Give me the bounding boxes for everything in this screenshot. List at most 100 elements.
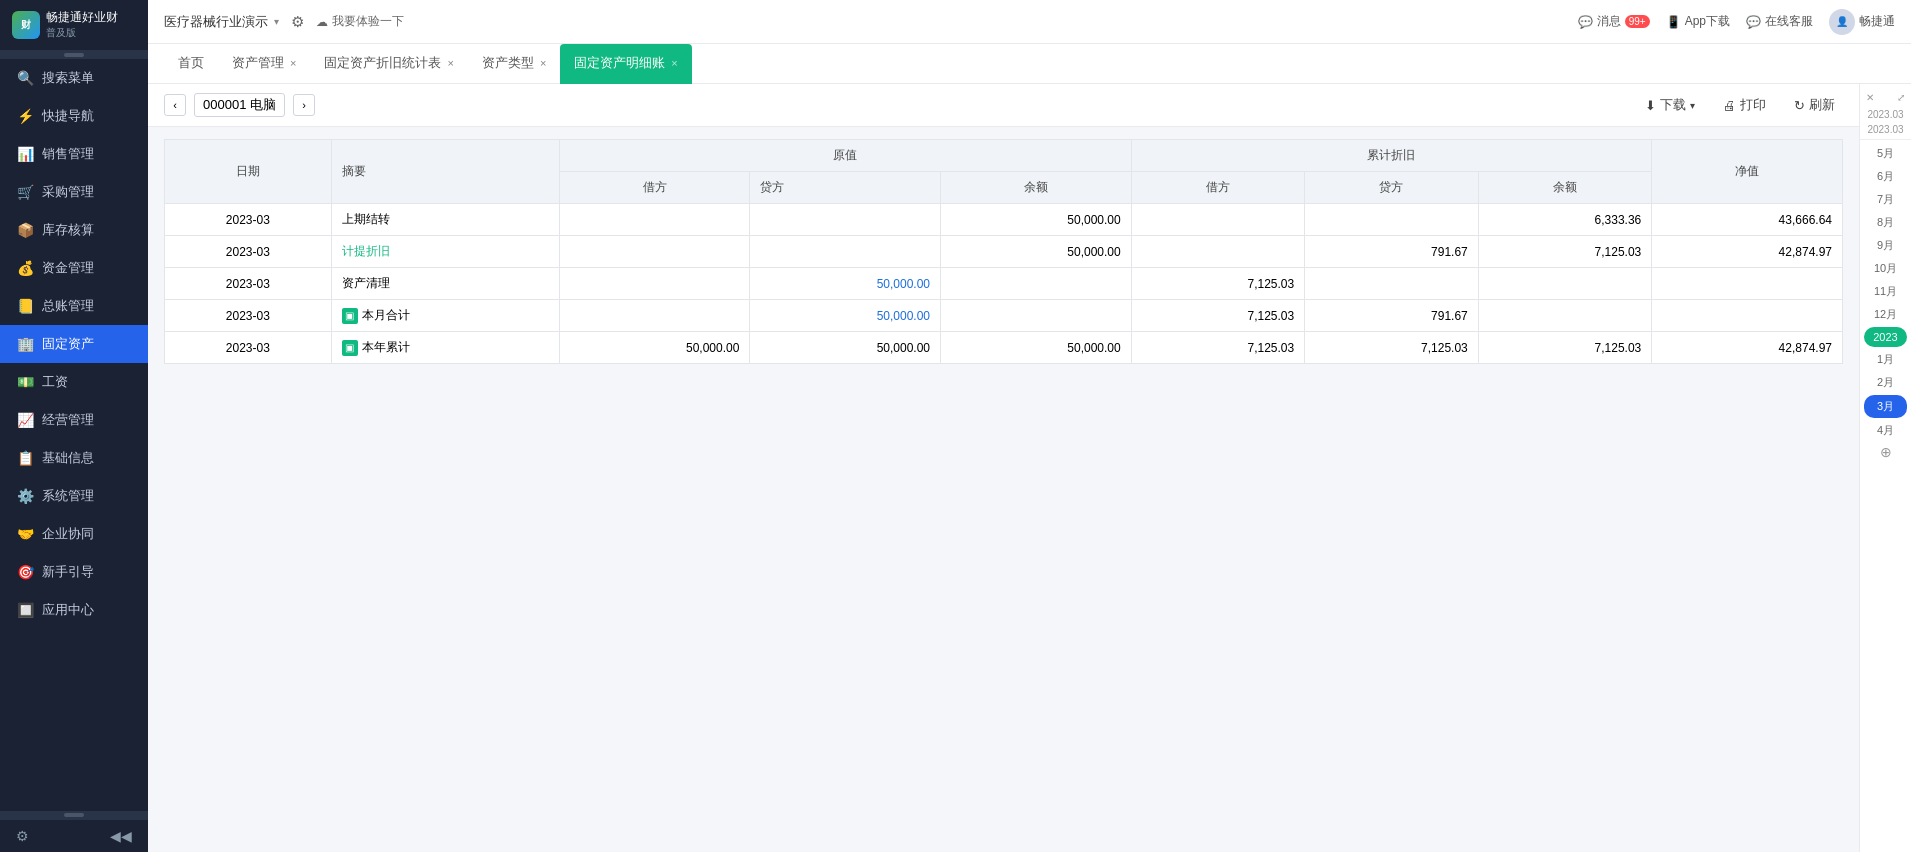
top-header: 医疗器械行业演示 ▾ ⚙ ☁ 我要体验一下 💬 消息 99+ 📱 App下载 💬… [148, 0, 1911, 44]
cell-accum-debit [1131, 236, 1305, 268]
sidebar-item-payroll[interactable]: 💵 工资 [0, 363, 148, 401]
timeline-month-4[interactable]: 4月 [1860, 419, 1911, 442]
year-icon: ▣ [342, 340, 358, 356]
sidebar-item-collab[interactable]: 🤝 企业协同 [0, 515, 148, 553]
col-accum-credit: 贷方 [1305, 172, 1479, 204]
sidebar-item-fixedasset[interactable]: 🏢 固定资产 [0, 325, 148, 363]
capital-icon: 💰 [16, 259, 34, 277]
tab-assettype-close[interactable]: × [540, 57, 546, 69]
tab-assetdetail[interactable]: 固定资产明细账 × [560, 44, 691, 84]
user-profile[interactable]: 👤 畅捷通 [1829, 9, 1895, 35]
sidebar-item-quicknav[interactable]: ⚡ 快捷导航 [0, 97, 148, 135]
download-button[interactable]: ⬇ 下载 ▾ [1637, 92, 1703, 118]
timeline-month-9[interactable]: 9月 [1860, 234, 1911, 257]
sidebar-item-apps[interactable]: 🔲 应用中心 [0, 591, 148, 629]
cell-orig-credit: 50,000.00 [750, 332, 941, 364]
collapse-icon[interactable]: ◀◀ [110, 828, 132, 844]
message-badge: 99+ [1625, 15, 1650, 28]
settings-bottom-icon[interactable]: ⚙ [16, 828, 29, 844]
timeline-month-6[interactable]: 6月 [1860, 165, 1911, 188]
sidebar-item-guide[interactable]: 🎯 新手引导 [0, 553, 148, 591]
message-button[interactable]: 💬 消息 99+ [1578, 13, 1650, 30]
operation-icon: 📈 [16, 411, 34, 429]
col-accum-debit: 借方 [1131, 172, 1305, 204]
timeline-month-10[interactable]: 10月 [1860, 257, 1911, 280]
timeline-month-2[interactable]: 2月 [1860, 371, 1911, 394]
cell-orig-balance: 50,000.00 [941, 236, 1132, 268]
timeline-month-12[interactable]: 12月 [1860, 303, 1911, 326]
cell-accum-debit: 7,125.03 [1131, 268, 1305, 300]
sidebar-label-apps: 应用中心 [42, 601, 94, 619]
user-name: 畅捷通 [1859, 13, 1895, 30]
timeline-month-3[interactable]: 3月 [1864, 395, 1907, 418]
apps-icon: 🔲 [16, 601, 34, 619]
app-edition: 普及版 [46, 26, 118, 40]
tab-home[interactable]: 首页 [164, 44, 218, 84]
sidebar-item-system[interactable]: ⚙️ 系统管理 [0, 477, 148, 515]
print-button[interactable]: 🖨 打印 [1715, 92, 1774, 118]
sidebar-item-operation[interactable]: 📈 经营管理 [0, 401, 148, 439]
company-selector[interactable]: 医疗器械行业演示 ▾ [164, 13, 279, 31]
timeline-second-date: 2023.03 [1863, 122, 1907, 137]
experience-button[interactable]: ☁ 我要体验一下 [316, 13, 404, 30]
sidebar-item-capital[interactable]: 💰 资金管理 [0, 249, 148, 287]
next-asset-button[interactable]: › [293, 94, 315, 116]
cell-accum-debit: 7,125.03 [1131, 332, 1305, 364]
cell-orig-debit [559, 300, 750, 332]
cell-net-value [1652, 300, 1843, 332]
prev-asset-button[interactable]: ‹ [164, 94, 186, 116]
table-row: 2023-03 ▣本年累计 50,000.00 50,000.00 50,000… [165, 332, 1843, 364]
cell-date: 2023-03 [165, 268, 332, 300]
avatar: 👤 [1829, 9, 1855, 35]
fixedasset-icon: 🏢 [16, 335, 34, 353]
collab-icon: 🤝 [16, 525, 34, 543]
panel-expand-icon[interactable]: ⤢ [1897, 92, 1905, 103]
cell-accum-credit: 791.67 [1305, 236, 1479, 268]
asset-navigation: ‹ 000001 电脑 › [164, 93, 315, 117]
col-summary: 摘要 [331, 140, 559, 204]
timeline-month-7[interactable]: 7月 [1860, 188, 1911, 211]
print-icon: 🖨 [1723, 98, 1736, 113]
company-settings-icon[interactable]: ⚙ [291, 13, 304, 31]
tab-assetmgmt-close[interactable]: × [290, 57, 296, 69]
sidebar-label-payroll: 工资 [42, 373, 68, 391]
cell-date: 2023-03 [165, 332, 332, 364]
app-logo: 财 畅捷通好业财 普及版 [0, 0, 148, 51]
tabs-bar: 首页 资产管理 × 固定资产折旧统计表 × 资产类型 × 固定资产明细账 × [148, 44, 1911, 84]
sidebar-label-quicknav: 快捷导航 [42, 107, 94, 125]
main-content: ‹ 000001 电脑 › ⬇ 下载 ▾ 🖨 打印 ↻ [148, 84, 1859, 852]
sidebar-item-basic[interactable]: 📋 基础信息 [0, 439, 148, 477]
timeline-month-5[interactable]: 5月 [1860, 142, 1911, 165]
table-row: 2023-03 计提折旧 50,000.00 791.67 7,125.03 4… [165, 236, 1843, 268]
timeline-year-2023[interactable]: 2023 [1864, 327, 1907, 347]
sidebar-item-inventory[interactable]: 📦 库存核算 [0, 211, 148, 249]
sidebar-menu: 🔍 搜索菜单 ⚡ 快捷导航 📊 销售管理 🛒 采购管理 📦 库存核算 💰 资金管… [0, 59, 148, 811]
tab-depreciation-close[interactable]: × [447, 57, 453, 69]
cell-orig-debit [559, 236, 750, 268]
timeline-month-8[interactable]: 8月 [1860, 211, 1911, 234]
cell-orig-credit: 50,000.00 [750, 268, 941, 300]
table-container: 日期 摘要 原值 累计折旧 净值 借方 贷方 余额 借方 贷方 余额 [148, 127, 1859, 852]
sidebar-item-sales[interactable]: 📊 销售管理 [0, 135, 148, 173]
timeline-down-arrow[interactable]: ⊕ [1878, 442, 1894, 462]
download-button[interactable]: 📱 App下载 [1666, 13, 1730, 30]
service-button[interactable]: 💬 在线客服 [1746, 13, 1813, 30]
sidebar-item-ledger[interactable]: 📒 总账管理 [0, 287, 148, 325]
refresh-button[interactable]: ↻ 刷新 [1786, 92, 1843, 118]
timeline-month-1[interactable]: 1月 [1860, 348, 1911, 371]
sidebar-bottom: ⚙ ◀◀ [0, 819, 148, 852]
sidebar-label-operation: 经营管理 [42, 411, 94, 429]
panel-close-icon[interactable]: ✕ [1866, 92, 1874, 103]
sidebar-item-search[interactable]: 🔍 搜索菜单 [0, 59, 148, 97]
tab-assetdetail-close[interactable]: × [671, 57, 677, 69]
guide-icon: 🎯 [16, 563, 34, 581]
cell-date: 2023-03 [165, 204, 332, 236]
sidebar-label-capital: 资金管理 [42, 259, 94, 277]
tab-assetmgmt[interactable]: 资产管理 × [218, 44, 310, 84]
sidebar-item-purchase[interactable]: 🛒 采购管理 [0, 173, 148, 211]
tab-depreciation[interactable]: 固定资产折旧统计表 × [310, 44, 467, 84]
tab-assettype[interactable]: 资产类型 × [468, 44, 560, 84]
timeline-month-11[interactable]: 11月 [1860, 280, 1911, 303]
col-accum-depr-group: 累计折旧 [1131, 140, 1652, 172]
toolbar-actions: ⬇ 下载 ▾ 🖨 打印 ↻ 刷新 [1637, 92, 1843, 118]
